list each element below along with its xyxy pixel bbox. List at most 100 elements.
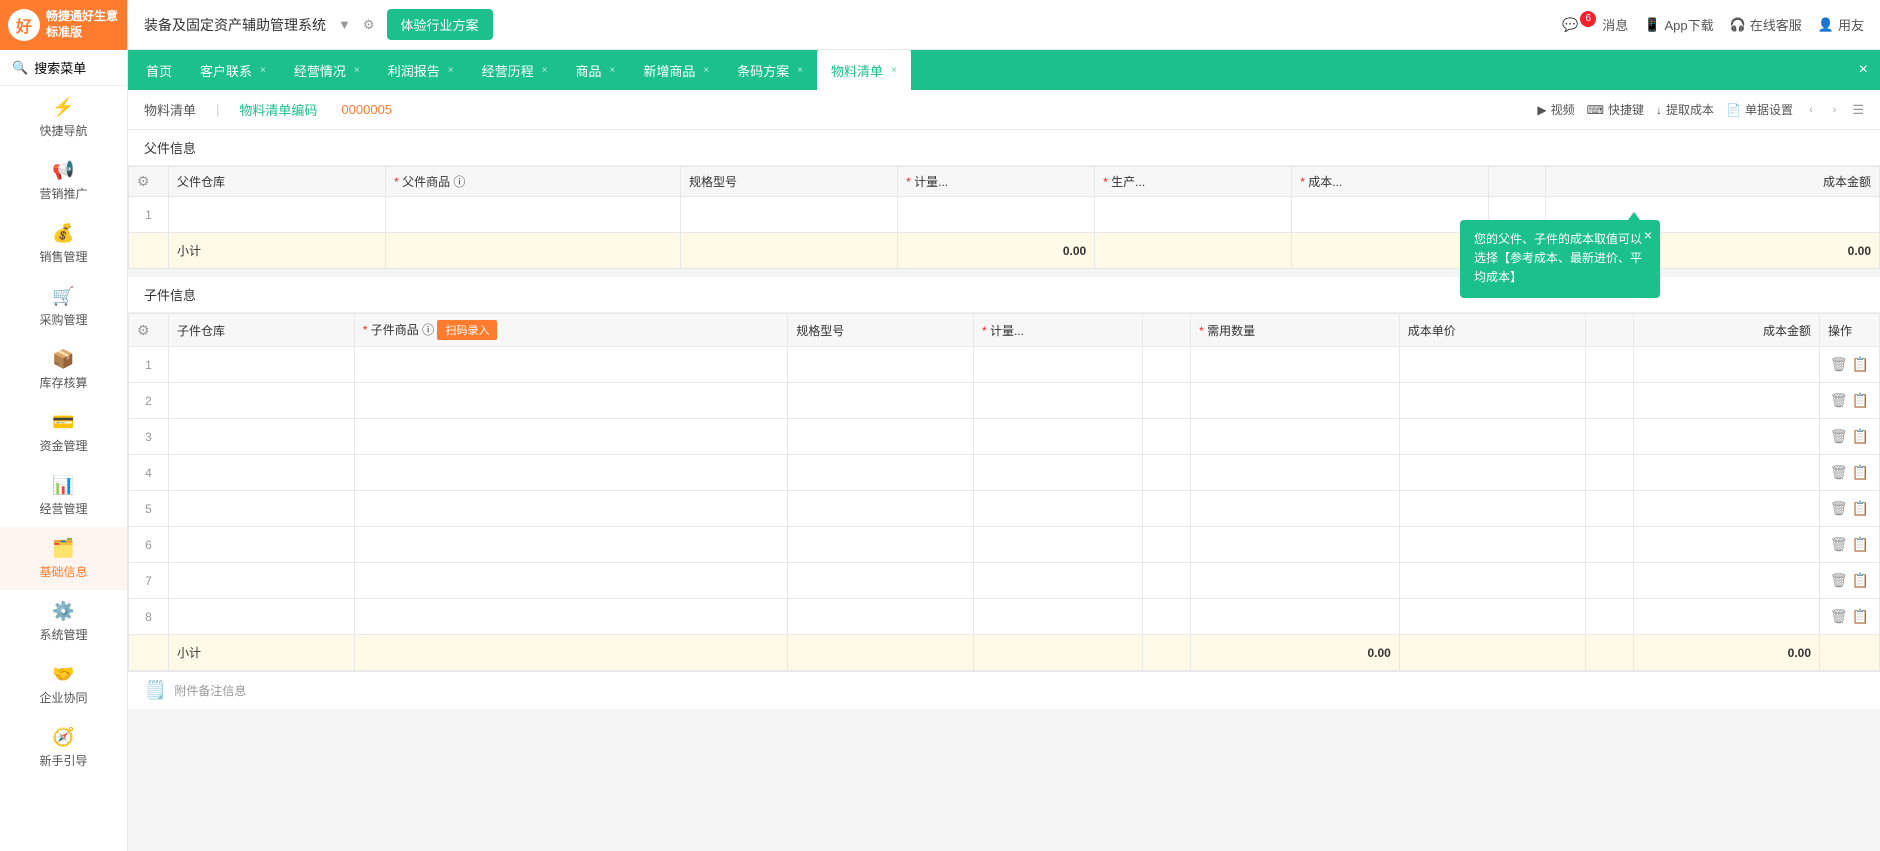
- next-page-btn[interactable]: ›: [1829, 102, 1841, 118]
- sidebar: 好 畅捷通好生意 标准版 🔍 搜索菜单 ⚡ 快捷导航 📢 营销推广 💰 销售管理…: [0, 0, 128, 851]
- top-header: 装备及固定资产辅助管理系统 ▼ ⚙ 体验行业方案 💬 6 消息 📱 App下载 …: [128, 0, 1880, 50]
- delete-row-2-btn[interactable]: 🗑: [1830, 392, 1848, 409]
- delete-row-5-btn[interactable]: 🗑: [1830, 500, 1848, 517]
- delete-row-4-btn[interactable]: 🗑: [1830, 464, 1848, 481]
- copy-row-8-btn[interactable]: 📋: [1852, 608, 1869, 625]
- operations-icon: 📊: [53, 474, 75, 496]
- page-header: 物料清单 | 物料清单编码 0000005 ▶ 视频 ⌨ 快捷键 ↓ 提取成本 …: [128, 90, 1880, 130]
- user-avatar-icon: 👤: [1818, 17, 1834, 33]
- tab-home[interactable]: 首页: [132, 50, 186, 90]
- close-all-tabs[interactable]: ×: [1851, 61, 1876, 79]
- marketing-icon: 📢: [53, 159, 75, 181]
- experience-button[interactable]: 体验行业方案: [387, 9, 493, 40]
- child-row-3: 3 🗑📋: [129, 419, 1880, 455]
- sidebar-item-purchase[interactable]: 🛒 采购管理: [0, 275, 127, 338]
- doc-number: 0000005: [341, 102, 392, 117]
- copy-row-7-btn[interactable]: 📋: [1852, 572, 1869, 589]
- sidebar-item-basic-info[interactable]: 🗂️ 基础信息: [0, 527, 127, 590]
- sidebar-item-operations[interactable]: 📊 经营管理: [0, 464, 127, 527]
- copy-row-5-btn[interactable]: 📋: [1852, 500, 1869, 517]
- search-icon: 🔍: [12, 60, 28, 76]
- tab-operations[interactable]: 经营情况×: [280, 50, 374, 90]
- sidebar-item-quick-nav[interactable]: ⚡ 快捷导航: [0, 86, 127, 149]
- search-menu[interactable]: 🔍 搜索菜单: [0, 50, 127, 86]
- message-icon: 💬: [1562, 17, 1578, 33]
- tab-barcode[interactable]: 条码方案×: [723, 50, 817, 90]
- tab-profit[interactable]: 利润报告×: [374, 50, 468, 90]
- system-title: 装备及固定资产辅助管理系统: [144, 15, 326, 35]
- child-col-goods: * 子件商品 ⓘ 扫码录入: [354, 314, 787, 347]
- child-section: 子件信息 ⚙ 子件仓库 * 子件商品 ⓘ 扫码录入 规格型号 * 计量... *…: [128, 277, 1880, 671]
- close-profit-tab[interactable]: ×: [448, 65, 454, 76]
- settings-icon[interactable]: ⚙: [363, 17, 375, 33]
- message-button[interactable]: 💬 6 消息: [1562, 15, 1628, 34]
- copy-row-1-btn[interactable]: 📋: [1852, 356, 1869, 373]
- doc-settings-icon: 📄: [1726, 103, 1741, 117]
- delete-row-6-btn[interactable]: 🗑: [1830, 536, 1848, 553]
- child-row-6: 6 🗑📋: [129, 527, 1880, 563]
- close-new-goods-tab[interactable]: ×: [703, 65, 709, 76]
- prev-page-btn[interactable]: ‹: [1805, 102, 1817, 118]
- child-col-qty: * 需用数量: [1191, 314, 1400, 347]
- logo-text: 畅捷通好生意 标准版: [46, 9, 118, 40]
- finance-icon: 💳: [53, 411, 75, 433]
- copy-row-4-btn[interactable]: 📋: [1852, 464, 1869, 481]
- keyboard-icon: ⌨: [1587, 103, 1604, 117]
- top-header-left: 装备及固定资产辅助管理系统 ▼ ⚙ 体验行业方案: [144, 9, 493, 40]
- sidebar-item-finance[interactable]: 💳 资金管理: [0, 401, 127, 464]
- child-row-4: 4 🗑📋: [129, 455, 1880, 491]
- headset-icon: 🎧: [1730, 17, 1746, 33]
- sidebar-item-guide[interactable]: 🧭 新手引导: [0, 716, 127, 779]
- tooltip-close-btn[interactable]: ×: [1644, 224, 1652, 246]
- close-bom-tab[interactable]: ×: [891, 65, 897, 76]
- tab-goods[interactable]: 商品×: [561, 50, 629, 90]
- close-barcode-tab[interactable]: ×: [797, 65, 803, 76]
- list-view-btn[interactable]: ☰: [1852, 102, 1864, 118]
- tab-history[interactable]: 经营历程×: [468, 50, 562, 90]
- main-area: 装备及固定资产辅助管理系统 ▼ ⚙ 体验行业方案 💬 6 消息 📱 App下载 …: [128, 0, 1880, 851]
- breadcrumb-1: 物料清单: [144, 100, 196, 119]
- user-profile-button[interactable]: 👤 用友: [1818, 15, 1864, 34]
- sidebar-item-marketing[interactable]: 📢 营销推广: [0, 149, 127, 212]
- child-table: ⚙ 子件仓库 * 子件商品 ⓘ 扫码录入 规格型号 * 计量... * 需用数量…: [128, 313, 1880, 671]
- tab-customer[interactable]: 客户联系×: [186, 50, 280, 90]
- parent-col-unit: * 计量...: [898, 167, 1095, 197]
- online-service-button[interactable]: 🎧 在线客服: [1730, 15, 1802, 34]
- child-row-1: 1 🗑📋: [129, 347, 1880, 383]
- delete-row-7-btn[interactable]: 🗑: [1830, 572, 1848, 589]
- parent-gear-icon[interactable]: ⚙: [137, 173, 150, 189]
- tab-new-goods[interactable]: 新增商品×: [629, 50, 723, 90]
- delete-row-8-btn[interactable]: 🗑: [1830, 608, 1848, 625]
- delete-row-1-btn[interactable]: 🗑: [1830, 356, 1848, 373]
- copy-row-2-btn[interactable]: 📋: [1852, 392, 1869, 409]
- dropdown-arrow-icon[interactable]: ▼: [338, 17, 351, 32]
- copy-row-3-btn[interactable]: 📋: [1852, 428, 1869, 445]
- parent-col-cost: * 成本...: [1292, 167, 1489, 197]
- delete-row-3-btn[interactable]: 🗑: [1830, 428, 1848, 445]
- app-download-button[interactable]: 📱 App下载: [1644, 15, 1713, 34]
- child-gear-icon[interactable]: ⚙: [137, 322, 150, 338]
- child-col-unit-cost: 成本单价: [1399, 314, 1585, 347]
- extract-cost-btn[interactable]: ↓ 提取成本: [1656, 101, 1714, 118]
- video-btn[interactable]: ▶ 视频: [1537, 101, 1574, 118]
- scan-input-btn[interactable]: 扫码录入: [437, 320, 497, 340]
- doc-settings-btn[interactable]: 📄 单据设置: [1726, 101, 1793, 118]
- inventory-icon: 📦: [53, 348, 75, 370]
- parent-col-cost-amount: 成本金额: [1546, 167, 1880, 197]
- child-row-5: 5 🗑📋: [129, 491, 1880, 527]
- close-history-tab[interactable]: ×: [542, 65, 548, 76]
- copy-row-6-btn[interactable]: 📋: [1852, 536, 1869, 553]
- child-col-cost-amount: 成本金额: [1634, 314, 1820, 347]
- child-col-unit: * 计量...: [973, 314, 1142, 347]
- sidebar-item-system[interactable]: ⚙️ 系统管理: [0, 590, 127, 653]
- shortcut-btn[interactable]: ⌨ 快捷键: [1587, 101, 1644, 118]
- close-goods-tab[interactable]: ×: [609, 65, 615, 76]
- sidebar-item-sales[interactable]: 💰 销售管理: [0, 212, 127, 275]
- close-operations-tab[interactable]: ×: [354, 65, 360, 76]
- sidebar-item-collab[interactable]: 🤝 企业协同: [0, 653, 127, 716]
- nav-tabs: 首页 客户联系× 经营情况× 利润报告× 经营历程× 商品× 新增商品× 条码方…: [128, 50, 1880, 90]
- video-icon: ▶: [1537, 103, 1546, 117]
- tab-bom[interactable]: 物料清单×: [817, 50, 911, 90]
- sidebar-item-inventory[interactable]: 📦 库存核算: [0, 338, 127, 401]
- close-customer-tab[interactable]: ×: [260, 65, 266, 76]
